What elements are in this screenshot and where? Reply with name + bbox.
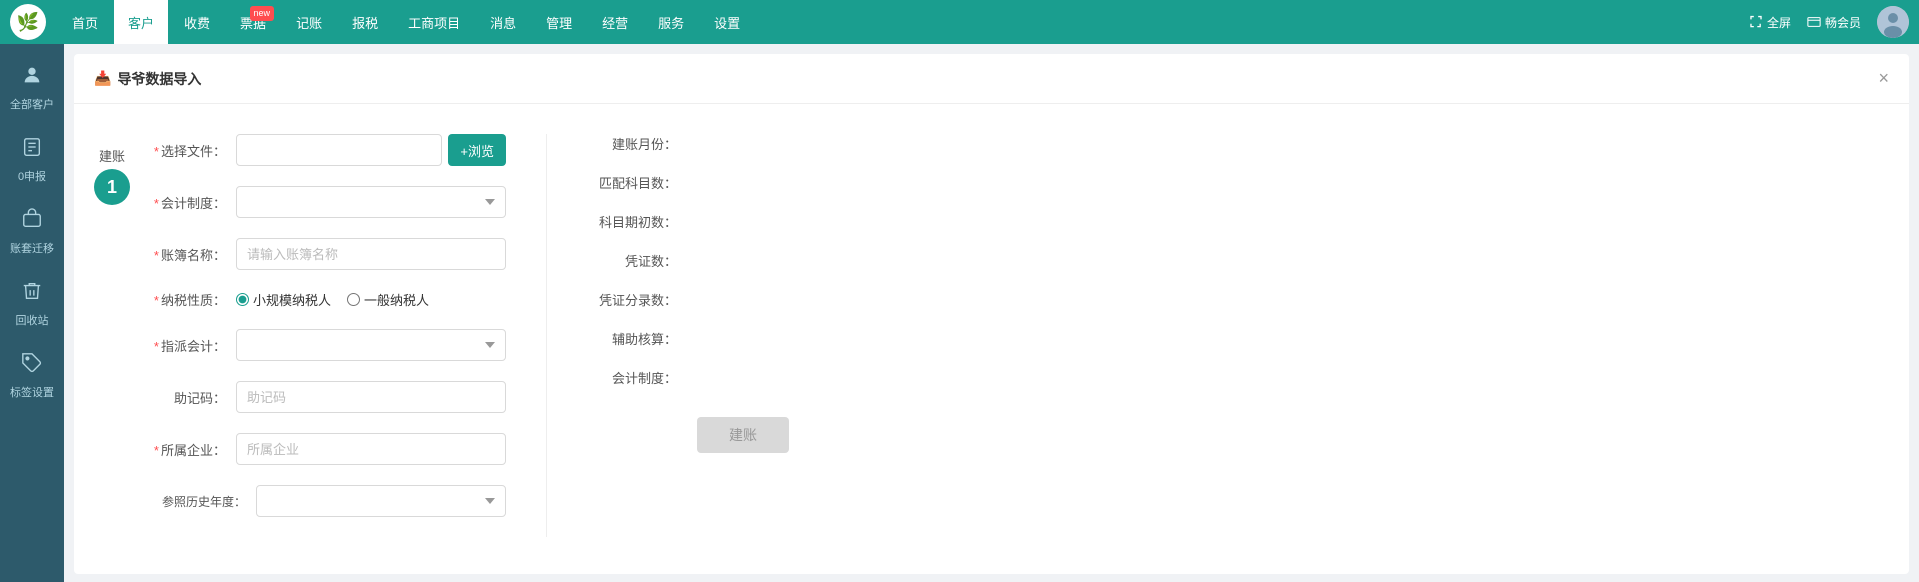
fullscreen-btn[interactable]: 全屏 [1749,14,1791,31]
vertical-divider [546,134,547,537]
sidebar-item-recycle[interactable]: 回收站 [0,270,64,338]
sidebar-item-tags[interactable]: 标签设置 [0,342,64,410]
voucher-split-row: 凭证分录数： [587,290,1889,309]
sidebar: 全部客户 0申报 账套迁移 回收站 标签设置 [0,44,64,582]
top-nav: 🌿 首页 客户 收费 票据 new 记账 报税 工商项目 消息 管理 经营 服务… [0,0,1919,44]
sidebar-item-zero-declare[interactable]: 0申报 [0,126,64,194]
nav-item-client[interactable]: 客户 [114,0,168,44]
nav-item-tax[interactable]: 报税 [338,0,392,44]
voucher-row: 凭证数： [587,251,1889,270]
all-clients-icon [21,64,43,92]
taxpayer-general[interactable]: 一般纳税人 [347,290,429,309]
match-row: 匹配科目数： [587,173,1889,192]
import-icon: 📥 [94,70,111,87]
accounting-select[interactable] [236,186,506,218]
accountant-label: 指派会计： [146,336,226,355]
voucher-split-label: 凭证分录数： [587,290,677,309]
logo[interactable]: 🌿 [10,4,46,40]
company-row: 所属企业： [146,433,506,465]
month-row: 建账月份： [587,134,1889,153]
taxpayer-radio-group: 小规模纳税人 一般纳税人 [236,290,429,309]
nav-item-invoice[interactable]: 票据 new [226,0,280,44]
company-label: 所属企业： [146,440,226,459]
close-button[interactable]: × [1878,68,1889,89]
accounting-label: 会计制度： [146,193,226,212]
memo-label: 助记码： [146,388,226,407]
form-area: 建账 1 选择文件： +浏览 [74,104,1909,557]
history-label: 参照历史年度： [146,493,246,510]
panel: 📥 导爷数据导入 × 建账 1 选择文件： [74,54,1909,574]
left-form: 选择文件： +浏览 会计制度： [146,134,506,537]
sidebar-item-all-clients[interactable]: 全部客户 [0,54,64,122]
file-row: 选择文件： +浏览 [146,134,506,166]
accounting-right-row: 会计制度： [587,368,1889,387]
bookname-row: 账簿名称： [146,238,506,270]
zero-declare-icon [21,136,43,164]
vip-btn[interactable]: 畅会员 [1807,14,1861,31]
nav-items: 首页 客户 收费 票据 new 记账 报税 工商项目 消息 管理 经营 服务 设… [58,0,1749,44]
nav-item-message[interactable]: 消息 [476,0,530,44]
nav-item-manage[interactable]: 管理 [532,0,586,44]
voucher-label: 凭证数： [587,251,677,270]
history-select[interactable] [256,485,506,517]
accountant-select[interactable] [236,329,506,361]
recycle-icon [21,280,43,308]
panel-title: 📥 导爷数据导入 [94,69,201,89]
taxpayer-label: 纳税性质： [146,290,226,309]
initial-row: 科目期初数： [587,212,1889,231]
nav-item-home[interactable]: 首页 [58,0,112,44]
initial-label: 科目期初数： [587,212,677,231]
logo-icon: 🌿 [17,12,39,33]
memo-row: 助记码： [146,381,506,413]
taxpayer-small[interactable]: 小规模纳税人 [236,290,331,309]
main-content: 📥 导爷数据导入 × 建账 1 选择文件： [64,44,1919,582]
match-label: 匹配科目数： [587,173,677,192]
company-input[interactable] [236,433,506,465]
step-number: 1 [94,169,130,205]
right-form: 建账月份： 匹配科目数： 科目期初数： 凭证数： [587,134,1889,537]
aux-row: 辅助核算： [587,329,1889,348]
taxpayer-row: 纳税性质： 小规模纳税人 一般纳税人 [146,290,506,309]
new-badge: new [250,6,275,21]
nav-item-operation[interactable]: 经营 [588,0,642,44]
build-account-button[interactable]: 建账 [697,417,789,453]
file-input-group: +浏览 [236,134,506,166]
bookname-input[interactable] [236,238,506,270]
nav-item-fee[interactable]: 收费 [170,0,224,44]
nav-item-service[interactable]: 服务 [644,0,698,44]
nav-item-business[interactable]: 工商项目 [394,0,474,44]
panel-header: 📥 导爷数据导入 × [74,54,1909,104]
nav-item-bookkeeping[interactable]: 记账 [282,0,336,44]
history-row: 参照历史年度： [146,485,506,517]
sidebar-item-migrate[interactable]: 账套迁移 [0,198,64,266]
bookname-label: 账簿名称： [146,245,226,264]
avatar[interactable] [1877,6,1909,38]
browse-button[interactable]: +浏览 [448,134,506,166]
nav-item-settings[interactable]: 设置 [700,0,754,44]
aux-label: 辅助核算： [587,329,677,348]
tags-icon [21,352,43,380]
accounting-row: 会计制度： [146,186,506,218]
accountant-row: 指派会计： [146,329,506,361]
migrate-icon [21,208,43,236]
step-section: 建账 1 选择文件： +浏览 [94,134,506,537]
top-nav-right: 全屏 畅会员 [1749,6,1909,38]
month-label: 建账月份： [587,134,677,153]
memo-input[interactable] [236,381,506,413]
file-input[interactable] [236,134,442,166]
accounting-right-label: 会计制度： [587,368,677,387]
file-label: 选择文件： [146,141,226,160]
layout: 全部客户 0申报 账套迁移 回收站 标签设置 [0,44,1919,582]
